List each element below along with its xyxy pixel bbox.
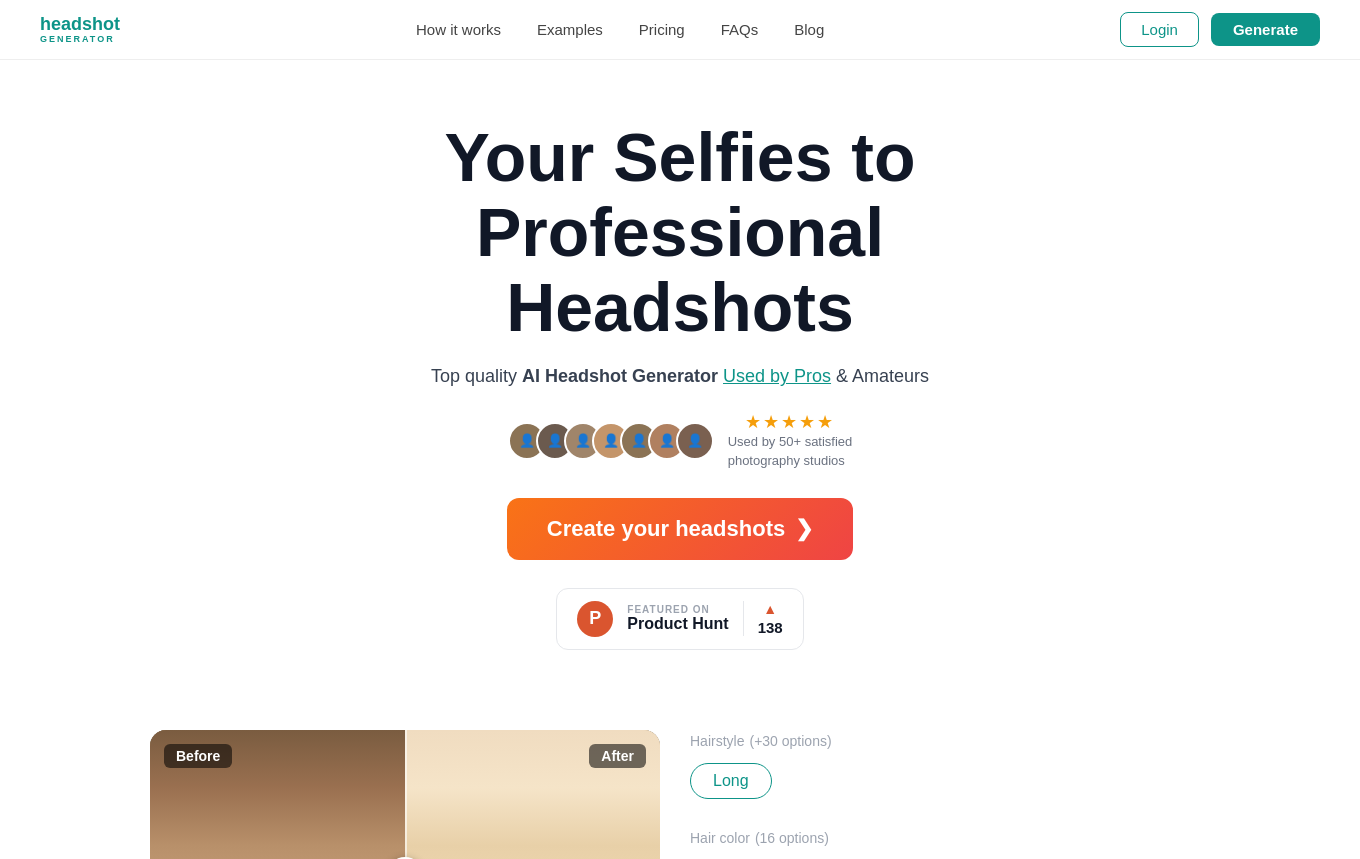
product-hunt-text: FEATURED ON Product Hunt [627,604,728,633]
login-button[interactable]: Login [1120,12,1199,47]
logo-text: headshot [40,15,120,33]
hairstyle-pill[interactable]: Long [690,763,772,799]
cta-button[interactable]: Create your headshots ❯ [507,498,853,560]
vote-count: 138 [758,619,783,636]
product-hunt-icon: P [577,601,613,637]
nav-examples[interactable]: Examples [537,21,603,38]
hero-title-line2: Headshots [506,269,854,345]
social-proof: 👤 👤 👤 👤 👤 👤 👤 ★★★★★ Used by 50+ satisfie… [20,411,1340,469]
generate-button[interactable]: Generate [1211,13,1320,46]
nav-links: How it works Examples Pricing FAQs Blog [416,21,824,38]
hero-subtitle: Top quality AI Headshot Generator Used b… [20,366,1340,387]
hair-color-options-hint: (16 options) [755,830,829,846]
cta-label: Create your headshots [547,516,785,542]
split-line [405,730,407,859]
navbar: headshot GENERATOR How it works Examples… [0,0,1360,60]
hairstyle-label: Hairstyle (+30 options) [690,730,1210,751]
subtitle-link[interactable]: Used by Pros [723,366,831,386]
hair-color-label: Hair color (16 options) [690,827,1210,848]
product-hunt-badge[interactable]: P FEATURED ON Product Hunt ▲ 138 [556,588,803,650]
subtitle-prefix: Top quality [431,366,522,386]
social-text: Used by 50+ satisfied photography studio… [728,433,853,469]
nav-pricing[interactable]: Pricing [639,21,685,38]
after-label: After [589,744,646,768]
before-label: Before [164,744,232,768]
options-panel: Hairstyle (+30 options) Long Hair color … [690,730,1210,859]
hero-section: Your Selfies to Professional Headshots T… [0,60,1360,730]
star-rating: ★★★★★ [728,411,853,433]
product-hunt-votes: ▲ 138 [743,601,783,636]
before-after-container: Before After <> [150,730,660,859]
cta-arrow-icon: ❯ [795,516,813,542]
hero-title: Your Selfies to Professional Headshots [270,120,1090,344]
nav-blog[interactable]: Blog [794,21,824,38]
hero-title-line1: Your Selfies to Professional [444,119,915,270]
hair-color-option-group: Hair color (16 options) Blond [690,827,1210,859]
product-hunt-featured-label: FEATURED ON [627,604,728,615]
demo-section: Before After <> Hairstyle (+30 options) … [130,730,1230,859]
subtitle-suffix: & Amateurs [831,366,929,386]
hairstyle-options-hint: (+30 options) [749,733,831,749]
nav-how-it-works[interactable]: How it works [416,21,501,38]
nav-faqs[interactable]: FAQs [721,21,759,38]
social-proof-text: ★★★★★ Used by 50+ satisfied photography … [728,411,853,469]
logo-sub: GENERATOR [40,34,120,44]
logo[interactable]: headshot GENERATOR [40,15,120,44]
avatar-strip: 👤 👤 👤 👤 👤 👤 👤 [508,422,714,460]
hairstyle-option-group: Hairstyle (+30 options) Long [690,730,1210,799]
subtitle-bold: AI Headshot Generator [522,366,718,386]
nav-actions: Login Generate [1120,12,1320,47]
product-hunt-name: Product Hunt [627,615,728,633]
avatar: 👤 [676,422,714,460]
cta-container: Create your headshots ❯ [20,498,1340,588]
upvote-icon: ▲ [763,601,777,617]
